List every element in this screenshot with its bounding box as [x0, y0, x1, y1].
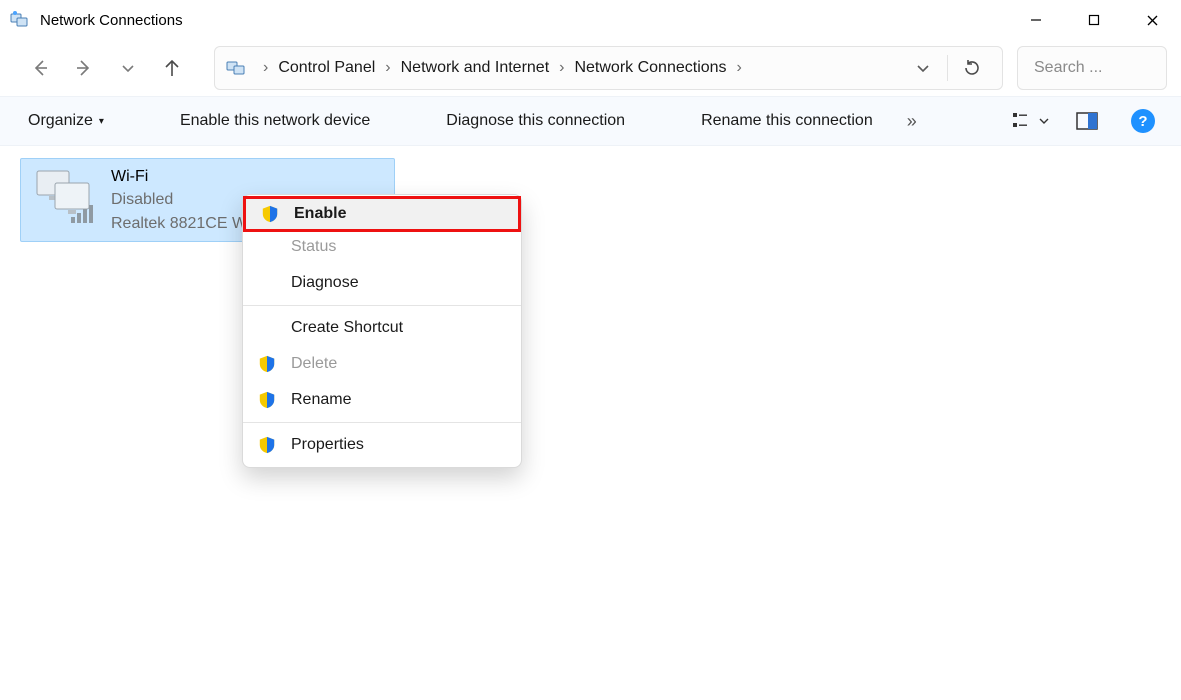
menu-item-rename[interactable]: Rename: [243, 382, 521, 418]
shield-icon: [257, 390, 277, 410]
adapter-icon: [31, 165, 99, 233]
menu-label: Rename: [291, 391, 351, 409]
preview-pane-button[interactable]: [1069, 103, 1105, 139]
diagnose-connection-button[interactable]: Diagnose this connection: [438, 106, 633, 136]
organize-label: Organize: [28, 112, 93, 130]
search-box[interactable]: [1017, 46, 1167, 90]
window-title: Network Connections: [40, 12, 183, 29]
address-bar[interactable]: › Control Panel › Network and Internet ›…: [214, 46, 1003, 90]
maximize-button[interactable]: [1065, 0, 1123, 40]
menu-label: Create Shortcut: [291, 319, 403, 337]
shield-icon: [260, 204, 280, 224]
menu-item-properties[interactable]: Properties: [243, 427, 521, 463]
rename-connection-button[interactable]: Rename this connection: [693, 106, 881, 136]
enable-device-button[interactable]: Enable this network device: [172, 106, 378, 136]
app-icon: [10, 10, 30, 30]
minimize-button[interactable]: [1007, 0, 1065, 40]
chevron-right-icon[interactable]: ›: [731, 59, 748, 77]
forward-button[interactable]: [64, 48, 104, 88]
breadcrumb-item[interactable]: Network and Internet: [397, 59, 554, 77]
chevron-right-icon[interactable]: ›: [379, 59, 396, 77]
overflow-button[interactable]: »: [901, 111, 923, 132]
menu-label: Properties: [291, 436, 364, 454]
breadcrumb-item[interactable]: Control Panel: [274, 59, 379, 77]
menu-label: Enable: [294, 205, 346, 223]
nav-bar: › Control Panel › Network and Internet ›…: [0, 40, 1181, 96]
location-icon: [225, 57, 247, 79]
close-button[interactable]: [1123, 0, 1181, 40]
chevron-down-icon: ▾: [99, 116, 104, 127]
adapter-device: Realtek 8821CE Wi...: [111, 212, 264, 235]
search-input[interactable]: [1032, 58, 1181, 78]
title-bar: Network Connections: [0, 0, 1181, 40]
context-menu: Enable Status Diagnose Create Shortcut D…: [242, 194, 522, 468]
shield-icon: [257, 354, 277, 374]
chevron-right-icon[interactable]: ›: [257, 59, 274, 77]
up-button[interactable]: [152, 48, 192, 88]
history-dropdown[interactable]: [108, 48, 148, 88]
content-area: Wi-Fi Disabled Realtek 8821CE Wi... Enab…: [0, 146, 1181, 254]
adapter-name: Wi-Fi: [111, 165, 264, 188]
menu-separator: [243, 305, 521, 306]
organize-menu[interactable]: Organize ▾: [20, 106, 112, 136]
back-button[interactable]: [20, 48, 60, 88]
menu-label: Delete: [291, 355, 337, 373]
address-history-button[interactable]: [901, 47, 945, 89]
view-options-button[interactable]: [1013, 103, 1049, 139]
command-bar: Organize ▾ Enable this network device Di…: [0, 96, 1181, 146]
menu-item-delete: Delete: [243, 346, 521, 382]
shield-icon: [257, 435, 277, 455]
menu-separator: [243, 422, 521, 423]
adapter-status: Disabled: [111, 188, 264, 211]
menu-label: Status: [291, 238, 336, 256]
menu-item-diagnose[interactable]: Diagnose: [243, 265, 521, 301]
menu-item-enable[interactable]: Enable: [243, 196, 521, 232]
menu-item-create-shortcut[interactable]: Create Shortcut: [243, 310, 521, 346]
refresh-button[interactable]: [950, 47, 994, 89]
menu-label: Diagnose: [291, 274, 359, 292]
help-button[interactable]: ?: [1125, 103, 1161, 139]
menu-item-status: Status: [243, 229, 521, 265]
chevron-right-icon[interactable]: ›: [553, 59, 570, 77]
divider: [947, 55, 948, 81]
breadcrumb-item[interactable]: Network Connections: [570, 59, 730, 77]
